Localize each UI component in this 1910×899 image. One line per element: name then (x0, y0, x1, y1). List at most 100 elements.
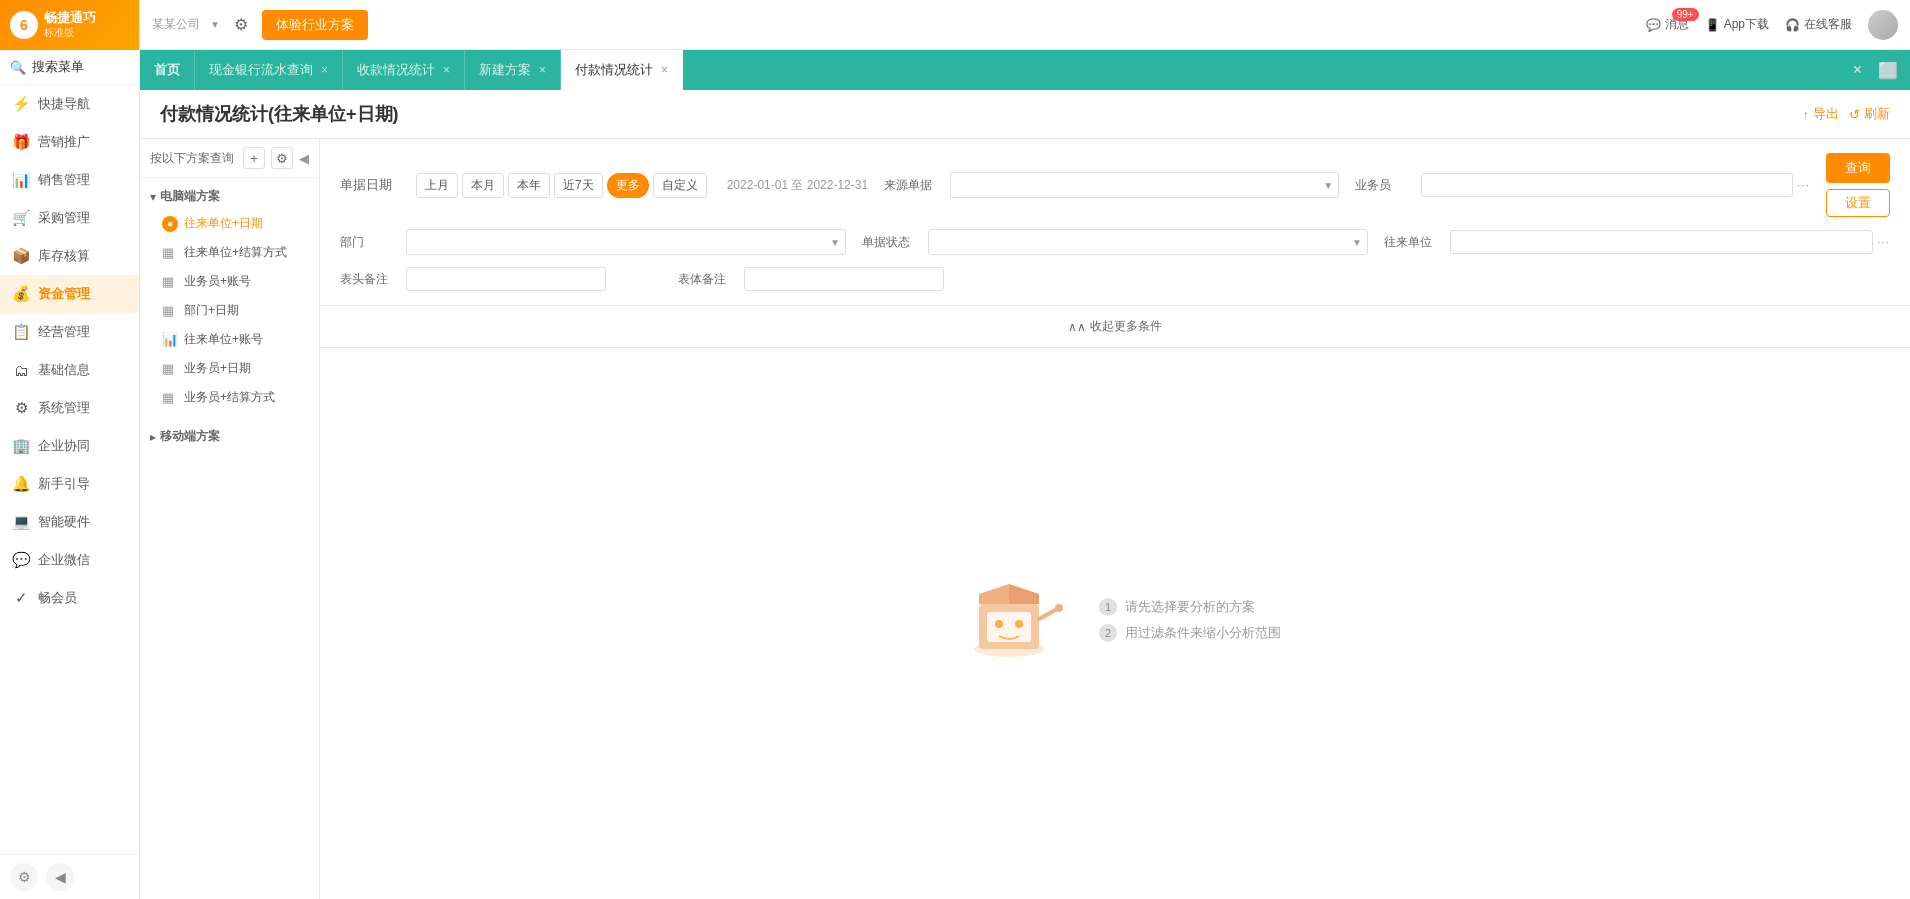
svg-marker-3 (1009, 584, 1039, 604)
sidebar-collapse-button[interactable]: ◀ (46, 863, 74, 891)
tab-receivable-label: 收款情况统计 (357, 61, 435, 79)
salesperson-filter-label: 业务员 (1355, 177, 1405, 194)
filter-settings-button[interactable]: 设置 (1826, 189, 1890, 217)
filter-panel: 单据日期 上月 本月 本年 近7天 更多 自定义 2022-01-01 至 20… (320, 139, 1910, 306)
date-btn-last-month[interactable]: 上月 (416, 173, 458, 198)
hint-text-2: 用过滤条件来缩小分析范围 (1125, 624, 1281, 642)
scheme-item-partner-account[interactable]: 📊 往来单位+账号 (140, 325, 319, 354)
sidebar-item-operation[interactable]: 📋 经营管理 (0, 313, 139, 351)
window-maximize-button[interactable]: ⬜ (1874, 59, 1902, 82)
scheme-item-dept-date[interactable]: ▦ 部门+日期 (140, 296, 319, 325)
voucher-status-select[interactable] (928, 229, 1368, 255)
scheme-sidebar: 按以下方案查询 + ⚙ ◀ ▾ 电脑端方案 ● 往来单位+日期 ▦ (140, 139, 320, 899)
search-icon: 🔍 (10, 60, 26, 75)
sidebar-footer: ⚙ ◀ (0, 854, 139, 899)
sidebar-item-guide[interactable]: 🔔 新手引导 (0, 465, 139, 503)
table-header-remark-label: 表头备注 (340, 271, 390, 288)
date-btn-this-month[interactable]: 本月 (462, 173, 504, 198)
collapse-label: 收起更多条件 (1090, 318, 1162, 335)
source-select[interactable] (950, 172, 1339, 198)
query-button[interactable]: 查询 (1826, 153, 1890, 183)
sidebar-item-inventory[interactable]: 📦 库存核算 (0, 237, 139, 275)
mobile-icon: 📱 (1705, 18, 1720, 32)
partner-filter-label: 往来单位 (1384, 234, 1434, 251)
filter-row-dept: 部门 ▼ 单据状态 ▼ (340, 229, 1890, 255)
sidebar-item-hardware[interactable]: 💻 智能硬件 (0, 503, 139, 541)
source-filter-label: 来源单据 (884, 177, 934, 194)
scheme-item-partner-date[interactable]: ● 往来单位+日期 (140, 209, 319, 238)
date-btn-more[interactable]: 更多 (607, 173, 649, 198)
scheme-settings-button[interactable]: ⚙ (271, 147, 293, 169)
sidebar-item-label: 智能硬件 (38, 513, 90, 531)
scheme-item-label: 业务员+账号 (184, 273, 251, 290)
online-service-action[interactable]: 🎧 在线客服 (1785, 16, 1852, 33)
tab-home[interactable]: 首页 (140, 50, 195, 90)
basic-info-icon: 🗂 (12, 361, 30, 379)
sidebar-settings-button[interactable]: ⚙ (10, 863, 38, 891)
tab-bank[interactable]: 现金银行流水查询 × (195, 50, 343, 90)
try-industry-button[interactable]: 体验行业方案 (262, 10, 368, 40)
messages-action[interactable]: 💬 消息 99+ (1646, 16, 1689, 33)
tab-bank-close[interactable]: × (321, 63, 328, 77)
scheme-item-partner-payment[interactable]: ▦ 往来单位+结算方式 (140, 238, 319, 267)
collapse-more-button[interactable]: ∧∧ 收起更多条件 (1056, 314, 1174, 339)
scheme-item-salesperson-payment[interactable]: ▦ 业务员+结算方式 (140, 383, 319, 412)
member-icon: ✓ (12, 589, 30, 607)
scheme-item-salesperson-account[interactable]: ▦ 业务员+账号 (140, 267, 319, 296)
page-header: 付款情况统计(往来单位+日期) ↑ 导出 ↺ 刷新 (140, 90, 1910, 139)
scheme-group-mobile-header[interactable]: ▸ 移动端方案 (140, 424, 319, 449)
salesperson-ellipsis[interactable]: ··· (1797, 178, 1810, 192)
scheme-collapse-button[interactable]: ◀ (299, 151, 309, 166)
table-header-remark-input[interactable] (406, 267, 606, 291)
tabs-end-buttons: × ⬜ (1841, 50, 1910, 90)
sidebar-item-weixin[interactable]: 💬 企业微信 (0, 541, 139, 579)
scheme-group-desktop-header[interactable]: ▾ 电脑端方案 (140, 184, 319, 209)
filter-row-remarks: 表头备注 表体备注 (340, 267, 1890, 291)
tab-new-scheme[interactable]: 新建方案 × (465, 50, 561, 90)
sidebar-item-basic-info[interactable]: 🗂 基础信息 (0, 351, 139, 389)
scheme-item-salesperson-date[interactable]: ▦ 业务员+日期 (140, 354, 319, 383)
app-download-action[interactable]: 📱 App下载 (1705, 16, 1769, 33)
guide-icon: 🔔 (12, 475, 30, 493)
sidebar-item-capital[interactable]: 💰 资金管理 (0, 275, 139, 313)
logo-text-block: 畅捷通巧 标准版 (44, 10, 96, 40)
tab-new-scheme-close[interactable]: × (539, 63, 546, 77)
window-close-button[interactable]: × (1849, 59, 1866, 81)
partner-ellipsis[interactable]: ··· (1877, 235, 1890, 249)
date-btn-custom[interactable]: 自定义 (653, 173, 707, 198)
tab-receivable-close[interactable]: × (443, 63, 450, 77)
scheme-table-icon: ▦ (162, 303, 178, 318)
sidebar-item-quick-nav[interactable]: ⚡ 快捷导航 (0, 85, 139, 123)
refresh-button[interactable]: ↺ 刷新 (1849, 105, 1890, 123)
sidebar-item-system[interactable]: ⚙ 系统管理 (0, 389, 139, 427)
sidebar-item-label: 经营管理 (38, 323, 90, 341)
sidebar-item-label: 畅会员 (38, 589, 77, 607)
user-avatar[interactable] (1868, 10, 1898, 40)
app-download-label: App下载 (1724, 16, 1769, 33)
export-icon: ↑ (1803, 107, 1810, 122)
search-menu[interactable]: 🔍 搜索菜单 (0, 50, 139, 85)
voucher-status-filter-label: 单据状态 (862, 234, 912, 251)
tab-payment-close[interactable]: × (661, 63, 668, 77)
sidebar-item-enterprise[interactable]: 🏢 企业协同 (0, 427, 139, 465)
department-select[interactable] (406, 229, 846, 255)
weixin-icon: 💬 (12, 551, 30, 569)
salesperson-input[interactable] (1421, 173, 1793, 197)
table-body-remark-input[interactable] (744, 267, 944, 291)
date-btn-last-7-days[interactable]: 近7天 (554, 173, 603, 198)
tab-receivable[interactable]: 收款情况统计 × (343, 50, 465, 90)
topbar-gear-button[interactable]: ⚙ (230, 11, 252, 38)
sidebar-item-label: 资金管理 (38, 285, 90, 303)
tab-payment[interactable]: 付款情况统计 × (561, 50, 683, 90)
export-button[interactable]: ↑ 导出 (1803, 105, 1840, 123)
breadcrumb-dropdown-icon[interactable]: ▼ (210, 19, 220, 30)
logo-sub: 标准版 (44, 26, 96, 40)
date-btn-this-year[interactable]: 本年 (508, 173, 550, 198)
sidebar-item-purchase[interactable]: 🛒 采购管理 (0, 199, 139, 237)
svg-point-5 (995, 620, 1003, 628)
sidebar-item-member[interactable]: ✓ 畅会员 (0, 579, 139, 617)
add-scheme-button[interactable]: + (243, 147, 265, 169)
sidebar-item-sales[interactable]: 📊 销售管理 (0, 161, 139, 199)
partner-input[interactable] (1450, 230, 1873, 254)
sidebar-item-marketing[interactable]: 🎁 营销推广 (0, 123, 139, 161)
